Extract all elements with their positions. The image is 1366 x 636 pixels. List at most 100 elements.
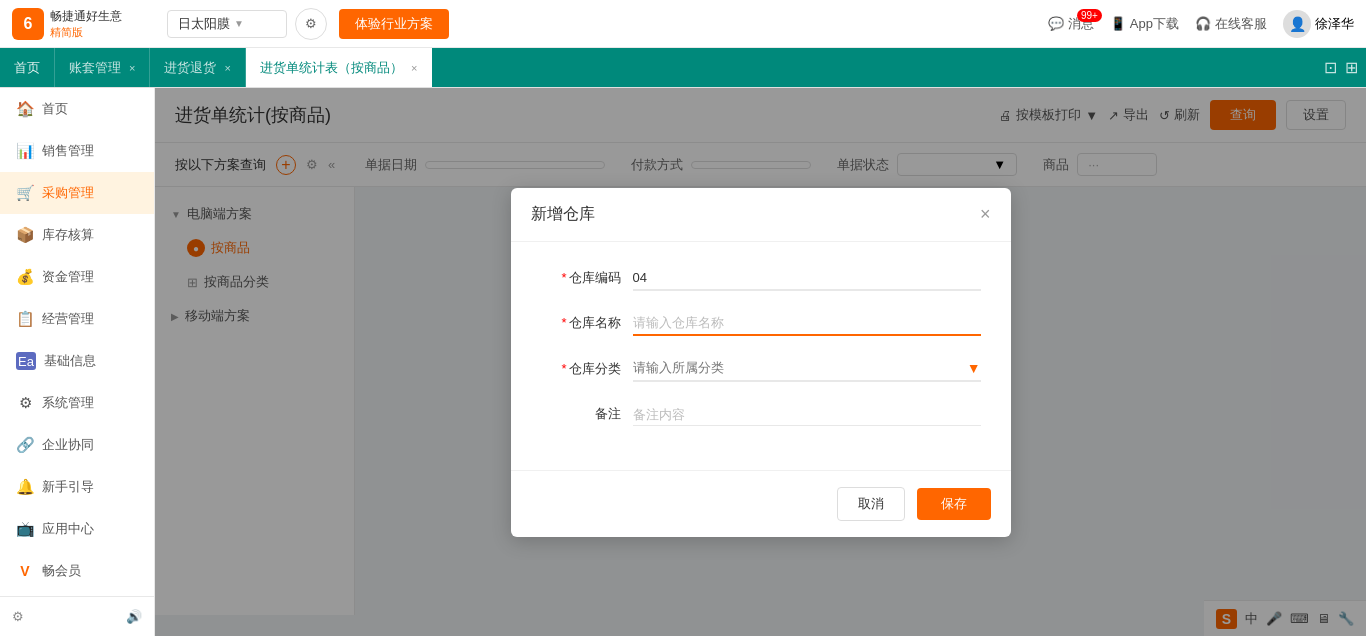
name-label: *仓库名称	[541, 314, 621, 332]
tab-restore-icon[interactable]: ⊡	[1324, 58, 1337, 77]
messages-button[interactable]: 💬 消息 99+	[1048, 15, 1094, 33]
remark-label: 备注	[541, 405, 621, 423]
sidebar-inventory-label: 库存核算	[42, 226, 94, 244]
inventory-icon: 📦	[16, 226, 34, 244]
required-star-code: *	[561, 270, 566, 285]
sidebar-item-operations[interactable]: 📋 经营管理	[0, 298, 154, 340]
dialog-header: 新增仓库 ×	[511, 188, 1011, 242]
app-download-button[interactable]: 📱 App下载	[1110, 15, 1179, 33]
logo-area: 6 畅捷通好生意 精简版	[12, 8, 167, 40]
remark-input[interactable]	[633, 402, 981, 426]
enterprise-icon: 🔗	[16, 436, 34, 454]
operations-icon: 📋	[16, 310, 34, 328]
top-header: 6 畅捷通好生意 精简版 日太阳膜 ▼ ⚙ 体验行业方案 💬 消息 99+ 📱 …	[0, 0, 1366, 48]
sidebar-guide-label: 新手引导	[42, 478, 94, 496]
sidebar-speaker-icon[interactable]: 🔊	[126, 609, 142, 624]
trial-button[interactable]: 体验行业方案	[339, 9, 449, 39]
dialog-close-icon[interactable]: ×	[980, 204, 991, 225]
sidebar-item-system[interactable]: ⚙ 系统管理	[0, 382, 154, 424]
tab-purchase-return[interactable]: 进货退货 ×	[150, 48, 245, 87]
sidebar-item-guide[interactable]: 🔔 新手引导	[0, 466, 154, 508]
required-star-category: *	[561, 361, 566, 376]
purchase-return-tab-label: 进货退货	[164, 59, 216, 77]
sidebar-item-sales[interactable]: 📊 销售管理	[0, 130, 154, 172]
warehouse-name-input[interactable]	[633, 311, 981, 336]
vip-icon: V	[16, 562, 34, 580]
cancel-button[interactable]: 取消	[837, 487, 905, 521]
phone-icon: 📱	[1110, 16, 1126, 31]
message-badge: 99+	[1077, 9, 1102, 22]
home-tab-label: 首页	[14, 59, 40, 77]
basic-info-icon: Ea	[16, 352, 36, 370]
category-dropdown-icon: ▼	[967, 360, 981, 376]
accounts-tab-close-icon[interactable]: ×	[129, 62, 135, 74]
sidebar-item-purchase[interactable]: 🛒 采购管理	[0, 172, 154, 214]
finance-icon: 💰	[16, 268, 34, 286]
category-select-wrapper[interactable]: ▼	[633, 356, 981, 382]
sidebar-home-label: 首页	[42, 100, 68, 118]
tab-purchase-stats[interactable]: 进货单统计表（按商品） ×	[246, 48, 432, 87]
app-center-icon: 📺	[16, 520, 34, 538]
tab-bar: 首页 账套管理 × 进货退货 × 进货单统计表（按商品） × ⊡ ⊞	[0, 48, 1366, 88]
required-star-name: *	[561, 315, 566, 330]
dialog-overlay: 新增仓库 × *仓库编码 *仓库名称	[155, 88, 1366, 636]
sidebar: 🏠 首页 📊 销售管理 🛒 采购管理 📦 库存核算 💰 资金管理 📋 经营管理 …	[0, 88, 155, 636]
sidebar-enterprise-label: 企业协同	[42, 436, 94, 454]
dialog-footer: 取消 保存	[511, 470, 1011, 537]
tab-home[interactable]: 首页	[0, 48, 55, 87]
form-row-name: *仓库名称	[541, 311, 981, 336]
sidebar-item-app-center[interactable]: 📺 应用中心	[0, 508, 154, 550]
header-right: 💬 消息 99+ 📱 App下载 🎧 在线客服 👤 徐泽华	[1048, 10, 1354, 38]
online-service-button[interactable]: 🎧 在线客服	[1195, 15, 1267, 33]
tab-bar-right: ⊡ ⊞	[1316, 48, 1366, 87]
warehouse-code-input[interactable]	[633, 266, 981, 291]
code-label: *仓库编码	[541, 269, 621, 287]
form-row-category: *仓库分类 ▼	[541, 356, 981, 382]
logo-text: 畅捷通好生意 精简版	[50, 8, 122, 40]
sidebar-item-enterprise[interactable]: 🔗 企业协同	[0, 424, 154, 466]
sidebar-vip-label: 畅会员	[42, 562, 81, 580]
sidebar-purchase-label: 采购管理	[42, 184, 94, 202]
sidebar-item-inventory[interactable]: 📦 库存核算	[0, 214, 154, 256]
content-area: 进货单统计(按商品) 🖨 按模板打印 ▼ ↗ 导出 ↺ 刷新 查询 设置	[155, 88, 1366, 636]
main-layout: 🏠 首页 📊 销售管理 🛒 采购管理 📦 库存核算 💰 资金管理 📋 经营管理 …	[0, 88, 1366, 636]
store-selector[interactable]: 日太阳膜 ▼	[167, 10, 287, 38]
purchase-icon: 🛒	[16, 184, 34, 202]
username-label: 徐泽华	[1315, 15, 1354, 33]
store-name: 日太阳膜	[178, 15, 230, 33]
settings-button[interactable]: ⚙	[295, 8, 327, 40]
sidebar-item-finance[interactable]: 💰 资金管理	[0, 256, 154, 298]
guide-icon: 🔔	[16, 478, 34, 496]
sidebar-item-home[interactable]: 🏠 首页	[0, 88, 154, 130]
purchase-stats-tab-label: 进货单统计表（按商品）	[260, 59, 403, 77]
sidebar-sales-label: 销售管理	[42, 142, 94, 160]
add-warehouse-dialog: 新增仓库 × *仓库编码 *仓库名称	[511, 188, 1011, 537]
sidebar-item-basic-info[interactable]: Ea 基础信息	[0, 340, 154, 382]
message-icon: 💬	[1048, 16, 1064, 31]
store-arrow-icon: ▼	[234, 18, 244, 29]
purchase-return-tab-close-icon[interactable]: ×	[224, 62, 230, 74]
app-logo-icon: 6	[12, 8, 44, 40]
sidebar-settings-icon[interactable]: ⚙	[12, 609, 24, 624]
tab-accounts[interactable]: 账套管理 ×	[55, 48, 150, 87]
sales-icon: 📊	[16, 142, 34, 160]
form-row-remark: 备注	[541, 402, 981, 426]
tab-expand-icon[interactable]: ⊞	[1345, 58, 1358, 77]
dialog-body: *仓库编码 *仓库名称 *仓库分类	[511, 242, 1011, 470]
category-select-input[interactable]	[633, 360, 967, 375]
sidebar-finance-label: 资金管理	[42, 268, 94, 286]
sidebar-operations-label: 经营管理	[42, 310, 94, 328]
sidebar-bottom: ⚙ 🔊	[0, 596, 154, 636]
save-button[interactable]: 保存	[917, 488, 991, 520]
headset-icon: 🎧	[1195, 16, 1211, 31]
avatar: 👤	[1283, 10, 1311, 38]
sidebar-basic-info-label: 基础信息	[44, 352, 96, 370]
accounts-tab-label: 账套管理	[69, 59, 121, 77]
category-label: *仓库分类	[541, 360, 621, 378]
system-icon: ⚙	[16, 394, 34, 412]
purchase-stats-tab-close-icon[interactable]: ×	[411, 62, 417, 74]
dialog-title: 新增仓库	[531, 204, 595, 225]
user-avatar-area[interactable]: 👤 徐泽华	[1283, 10, 1354, 38]
sidebar-app-center-label: 应用中心	[42, 520, 94, 538]
sidebar-item-vip[interactable]: V 畅会员	[0, 550, 154, 592]
